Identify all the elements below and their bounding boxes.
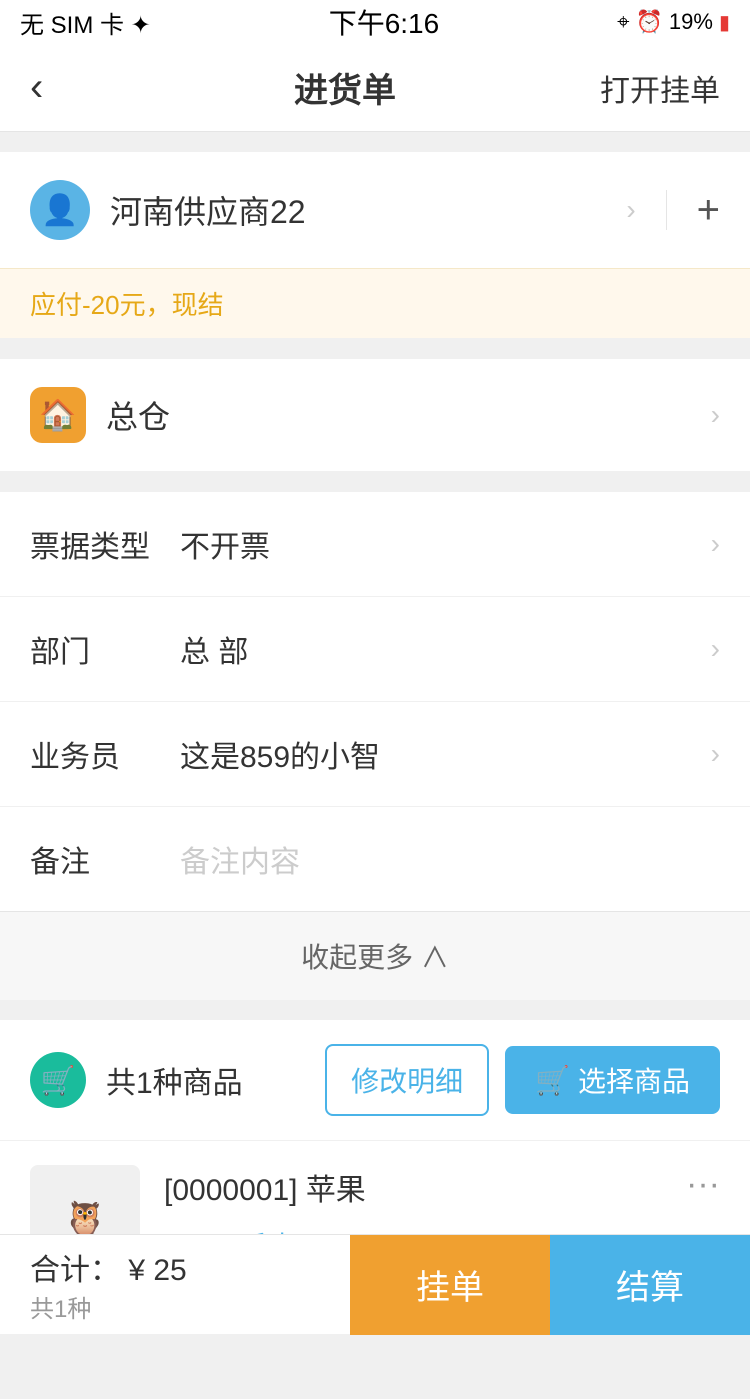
salesperson-row[interactable]: 业务员 这是859的小智 › (0, 701, 750, 806)
collapse-button[interactable]: 收起更多 ∧ (0, 911, 750, 1000)
supplier-chevron-icon: › (626, 194, 635, 226)
sim-status: 无 SIM 卡 ✦ (20, 5, 151, 40)
invoice-chevron-icon: › (711, 528, 720, 560)
bottom-bar: 合计： ¥ 25 共1种 挂单 结算 (0, 1234, 750, 1334)
total-amount: 合计： ¥ 25 (30, 1245, 320, 1289)
checkout-button[interactable]: 结算 (550, 1235, 750, 1335)
battery-icon: ▮ (719, 10, 730, 35)
salesperson-value: 这是859的小智 (160, 732, 711, 776)
warehouse-chevron-icon: › (711, 399, 720, 431)
spacer-3 (0, 471, 750, 491)
supplier-row[interactable]: 👤 河南供应商22 › + (0, 152, 750, 268)
warehouse-name: 总仓 (106, 392, 711, 438)
add-supplier-button[interactable]: + (697, 188, 720, 233)
location-icon: ⌖ (617, 9, 629, 35)
nav-bar: ‹ 进货单 打开挂单 (0, 44, 750, 132)
product-code: [0000001] (164, 1174, 297, 1207)
spacer-1 (0, 132, 750, 152)
select-product-button[interactable]: 🛒 选择商品 (505, 1046, 720, 1114)
notice-bar: 应付-20元，现结 (0, 268, 750, 338)
warehouse-section: 🏠 总仓 › (0, 358, 750, 471)
status-left: 无 SIM 卡 ✦ (20, 5, 151, 40)
back-button[interactable]: ‹ (30, 65, 90, 110)
select-product-label: 选择商品 (578, 1060, 690, 1100)
avatar-icon: 👤 (41, 193, 78, 228)
status-right: ⌖ ⏰ 19% ▮ (617, 9, 730, 35)
divider (666, 190, 667, 230)
remark-input[interactable]: 备注内容 (160, 837, 720, 881)
status-bar: 无 SIM 卡 ✦ 下午6:16 ⌖ ⏰ 19% ▮ (0, 0, 750, 44)
department-value: 总 部 (160, 627, 711, 671)
collapse-label: 收起更多 ∧ (301, 942, 449, 973)
product-header: 🛒 共1种商品 修改明细 🛒 选择商品 (0, 1000, 750, 1140)
department-chevron-icon: › (711, 633, 720, 665)
status-time: 下午6:16 (329, 2, 440, 42)
total-label: 合计： (30, 1254, 120, 1287)
avatar: 👤 (30, 180, 90, 240)
total-count: 共1种 (30, 1289, 320, 1324)
salesperson-chevron-icon: › (711, 738, 720, 770)
product-more-button[interactable]: ··· (670, 1165, 720, 1204)
product-title: 苹果 (306, 1174, 366, 1207)
product-name: [0000001] 苹果 (164, 1165, 670, 1209)
remark-row[interactable]: 备注 备注内容 (0, 806, 750, 911)
total-value: ¥ 25 (128, 1254, 186, 1287)
product-count: 共1种商品 (106, 1058, 325, 1102)
warehouse-row[interactable]: 🏠 总仓 › (0, 358, 750, 471)
open-pending-button[interactable]: 打开挂单 (600, 66, 720, 110)
warehouse-icon: 🏠 (30, 387, 86, 443)
department-label: 部门 (30, 627, 160, 671)
spacer-2 (0, 338, 750, 358)
department-row[interactable]: 部门 总 部 › (0, 596, 750, 701)
battery-level: 19% (669, 9, 713, 35)
invoice-type-row[interactable]: 票据类型 不开票 › (0, 491, 750, 596)
invoice-type-value: 不开票 (160, 522, 711, 566)
hang-order-button[interactable]: 挂单 (350, 1235, 550, 1335)
supplier-section: 👤 河南供应商22 › + 应付-20元，现结 (0, 152, 750, 338)
supplier-name: 河南供应商22 (110, 187, 626, 233)
notice-text: 应付-20元，现结 (30, 290, 224, 320)
form-section: 票据类型 不开票 › 部门 总 部 › 业务员 这是859的小智 › 备注 备注… (0, 491, 750, 1000)
salesperson-label: 业务员 (30, 732, 160, 776)
edit-detail-button[interactable]: 修改明细 (325, 1044, 489, 1116)
total-section: 合计： ¥ 25 共1种 (0, 1245, 350, 1324)
page-title: 进货单 (294, 63, 396, 112)
remark-label: 备注 (30, 837, 160, 881)
invoice-type-label: 票据类型 (30, 522, 160, 566)
product-cart-icon: 🛒 (30, 1052, 86, 1108)
alarm-icon: ⏰ (636, 9, 663, 35)
select-product-icon: 🛒 (535, 1064, 570, 1097)
